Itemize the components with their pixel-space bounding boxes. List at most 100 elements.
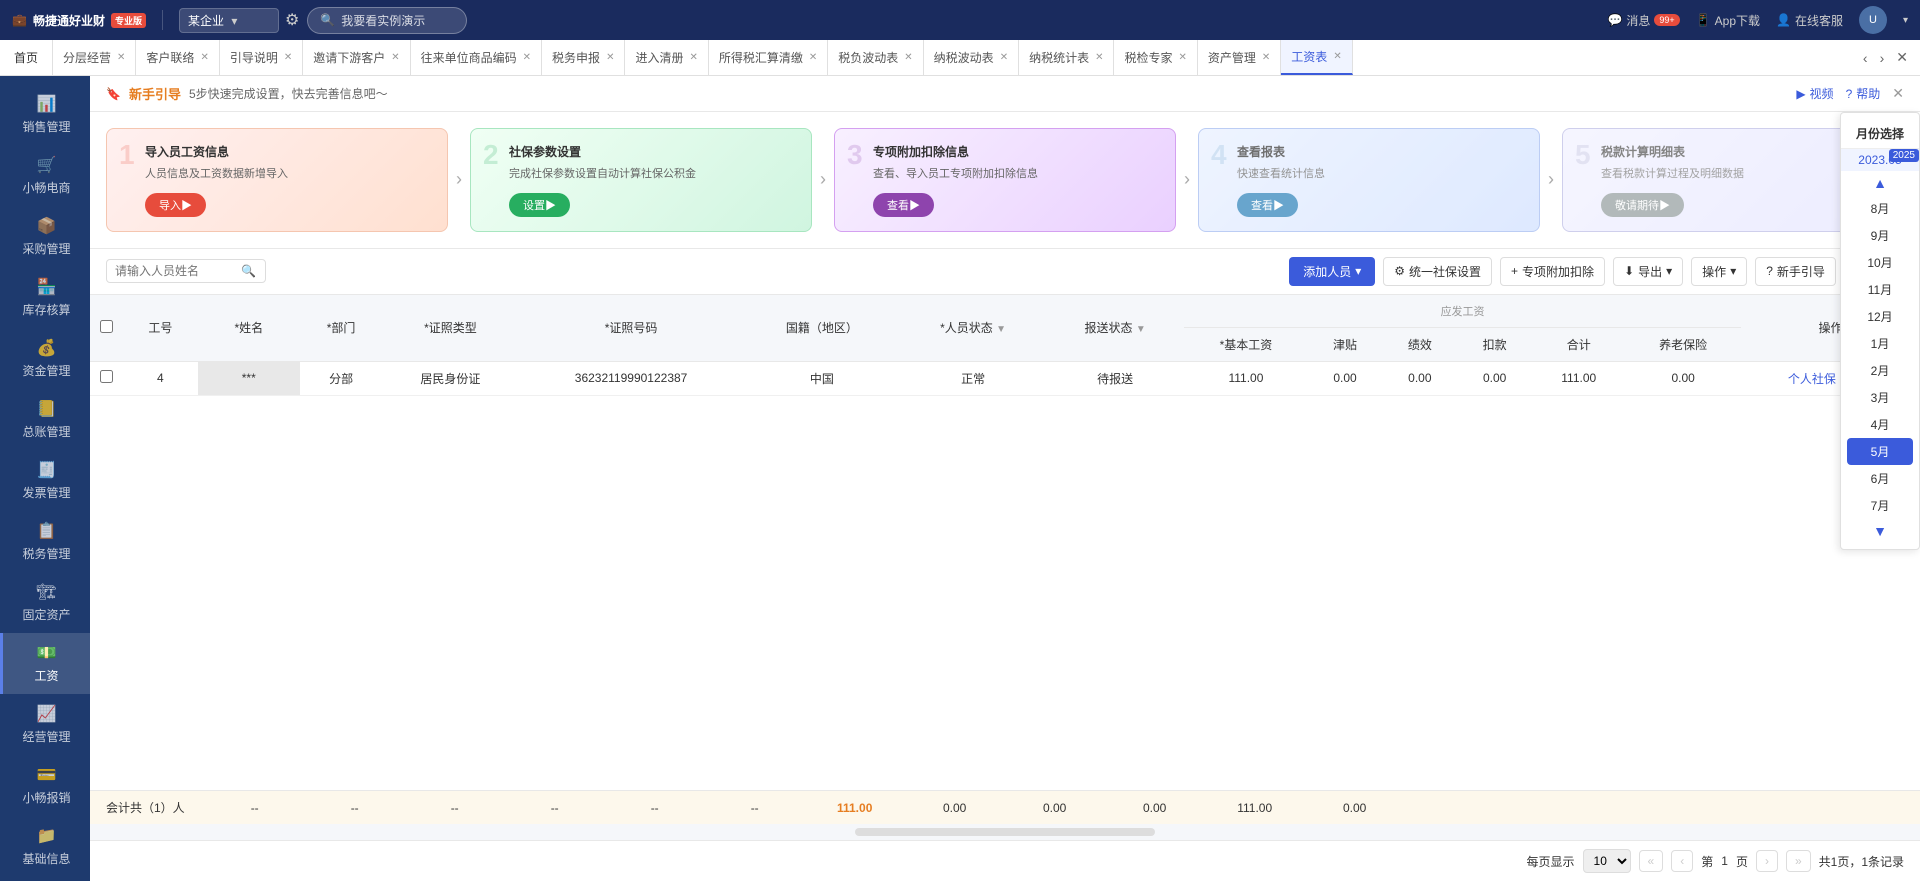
operate-btn[interactable]: 操作 ▾ <box>1691 257 1747 286</box>
tab-所得税汇算清缴[interactable]: 所得税汇算清缴 ✕ <box>709 40 828 75</box>
search-input[interactable] <box>115 264 235 278</box>
step-btn-3[interactable]: 查看▶ <box>873 193 934 217</box>
tab-close-icon[interactable]: ✕ <box>1179 52 1187 63</box>
company-selector[interactable]: 某企业 ▾ <box>179 8 279 33</box>
tab-close-icon[interactable]: ✕ <box>606 52 614 63</box>
tab-close-icon[interactable]: ✕ <box>117 52 125 63</box>
tab-close-icon[interactable]: ✕ <box>284 52 292 63</box>
main-container: 📊 销售管理 🛒 小畅电商 📦 采购管理 🏪 库存核算 💰 资金管理 📒 总账管… <box>0 76 1920 881</box>
sidebar-item-资金管理[interactable]: 💰 资金管理 <box>0 328 90 389</box>
month-9[interactable]: 9月 <box>1841 222 1919 249</box>
tab-close-icon[interactable]: ✕ <box>689 52 697 63</box>
sidebar-item-库存核算[interactable]: 🏪 库存核算 <box>0 267 90 328</box>
tab-next-btn[interactable]: › <box>1876 48 1889 68</box>
tab-close-icon[interactable]: ✕ <box>391 52 399 63</box>
tab-分层经营[interactable]: 分层经营 ✕ <box>53 40 136 75</box>
tab-引导说明[interactable]: 引导说明 ✕ <box>220 40 303 75</box>
tab-close-icon[interactable]: ✕ <box>809 52 817 63</box>
th-checkbox[interactable] <box>90 295 123 362</box>
tab-close-icon[interactable]: ✕ <box>523 52 531 63</box>
search-wrap[interactable]: 🔍 <box>106 259 266 283</box>
sidebar-item-固定资产[interactable]: 🏗 固定资产 <box>0 572 90 633</box>
step-btn-4[interactable]: 查看▶ <box>1237 193 1298 217</box>
month-2[interactable]: 2月 <box>1841 357 1919 384</box>
prev-page-btn[interactable]: ‹ <box>1671 850 1693 872</box>
month-4[interactable]: 4月 <box>1841 411 1919 438</box>
month-5-active[interactable]: 5月 <box>1847 438 1913 465</box>
sidebar-item-小畅电商[interactable]: 🛒 小畅电商 <box>0 145 90 206</box>
tab-税检专家[interactable]: 税检专家 ✕ <box>1114 40 1197 75</box>
sidebar-item-工资[interactable]: 💵 工资 <box>0 633 90 694</box>
guide-close-btn[interactable]: ✕ <box>1892 85 1904 102</box>
status-filter-icon[interactable]: ▼ <box>996 324 1006 335</box>
tab-税负波动表[interactable]: 税负波动表 ✕ <box>828 40 923 75</box>
horizontal-scrollbar[interactable] <box>855 828 1155 836</box>
tab-纳税统计表[interactable]: 纳税统计表 ✕ <box>1019 40 1114 75</box>
special-deduction-btn[interactable]: + 专项附加扣除 <box>1500 257 1605 286</box>
month-11[interactable]: 11月 <box>1841 276 1919 303</box>
tab-close-icon[interactable]: ✕ <box>1000 52 1008 63</box>
tab-close-icon[interactable]: ✕ <box>1262 52 1270 63</box>
app-download-btn[interactable]: 📱 App下载 <box>1696 12 1760 29</box>
messages-btn[interactable]: 💬 消息 99+ <box>1607 12 1679 29</box>
first-page-btn[interactable]: « <box>1639 850 1664 872</box>
tab-进入清册[interactable]: 进入清册 ✕ <box>625 40 708 75</box>
tab-close-icon-active[interactable]: ✕ <box>1333 51 1341 62</box>
step-btn-5[interactable]: 敬请期待▶ <box>1601 193 1684 217</box>
tab-往来单位商品编码[interactable]: 往来单位商品编码 ✕ <box>411 40 542 75</box>
tab-home[interactable]: 首页 <box>0 40 53 75</box>
report-filter-icon[interactable]: ▼ <box>1136 324 1146 335</box>
month-3[interactable]: 3月 <box>1841 384 1919 411</box>
tab-close-icon[interactable]: ✕ <box>904 52 912 63</box>
row-checkbox-cell[interactable] <box>90 361 123 395</box>
month-10[interactable]: 10月 <box>1841 249 1919 276</box>
export-btn[interactable]: ⬇ 导出 ▾ <box>1613 257 1683 286</box>
tab-close-icon[interactable]: ✕ <box>200 52 208 63</box>
month-8[interactable]: 8月 <box>1841 195 1919 222</box>
sidebar-item-基础信息[interactable]: 📁 基础信息 <box>0 816 90 877</box>
tab-纳税波动表[interactable]: 纳税波动表 ✕ <box>924 40 1019 75</box>
tab-prev-btn[interactable]: ‹ <box>1859 48 1872 68</box>
page-size-select[interactable]: 10 20 50 <box>1583 849 1631 873</box>
step-btn-1[interactable]: 导入▶ <box>145 193 206 217</box>
demo-search[interactable]: 🔍 我要看实例演示 <box>307 7 467 34</box>
month-7[interactable]: 7月 <box>1841 492 1919 519</box>
user-avatar[interactable]: U <box>1859 6 1887 34</box>
add-person-btn[interactable]: 添加人员 ▾ <box>1289 257 1375 286</box>
next-page-btn[interactable]: › <box>1756 850 1778 872</box>
tab-label: 税检专家 <box>1124 49 1172 66</box>
personal-social-link[interactable]: 个人社保 <box>1788 370 1836 387</box>
month-6[interactable]: 6月 <box>1841 465 1919 492</box>
sidebar-item-销售管理[interactable]: 📊 销售管理 <box>0 84 90 145</box>
sidebar-item-经营管理[interactable]: 📈 经营管理 <box>0 694 90 755</box>
online-service-btn[interactable]: 👤 在线客服 <box>1776 12 1843 29</box>
tab-工资表[interactable]: 工资表 ✕ <box>1281 40 1352 75</box>
user-dropdown-icon[interactable]: ▾ <box>1903 15 1908 26</box>
sidebar-item-采购管理[interactable]: 📦 采购管理 <box>0 206 90 267</box>
select-all-checkbox[interactable] <box>100 320 113 333</box>
month-up-btn[interactable]: ▲ <box>1873 175 1887 191</box>
guide-btn[interactable]: ? 新手引导 <box>1755 257 1836 286</box>
step-btn-2[interactable]: 设置▶ <box>509 193 570 217</box>
unified-social-btn[interactable]: ⚙ 统一社保设置 <box>1383 257 1492 286</box>
row-checkbox[interactable] <box>100 370 113 383</box>
sidebar-item-系统管理[interactable]: ⚙ 系统管理 <box>0 877 90 881</box>
tab-资产管理[interactable]: 资产管理 ✕ <box>1198 40 1281 75</box>
tab-客户联络[interactable]: 客户联络 ✕ <box>136 40 219 75</box>
sidebar-item-税务管理[interactable]: 📋 税务管理 <box>0 511 90 572</box>
sidebar-item-总账管理[interactable]: 📒 总账管理 <box>0 389 90 450</box>
video-link[interactable]: ▶ 视频 <box>1796 85 1833 102</box>
sidebar-icon-purchase: 📦 <box>37 216 57 236</box>
settings-icon[interactable]: ⚙ <box>285 10 299 30</box>
tab-close-all-btn[interactable]: ✕ <box>1892 47 1912 68</box>
last-page-btn[interactable]: » <box>1786 850 1811 872</box>
tab-close-icon[interactable]: ✕ <box>1095 52 1103 63</box>
sidebar-item-发票管理[interactable]: 🧾 发票管理 <box>0 450 90 511</box>
month-1[interactable]: 1月 <box>1841 330 1919 357</box>
tab-邀请下游客户[interactable]: 邀请下游客户 ✕ <box>303 40 410 75</box>
help-link[interactable]: ? 帮助 <box>1846 85 1881 102</box>
sidebar-item-小畅报销[interactable]: 💳 小畅报销 <box>0 755 90 816</box>
month-12[interactable]: 12月 <box>1841 303 1919 330</box>
tab-税务申报[interactable]: 税务申报 ✕ <box>542 40 625 75</box>
month-down-btn[interactable]: ▼ <box>1873 523 1887 539</box>
